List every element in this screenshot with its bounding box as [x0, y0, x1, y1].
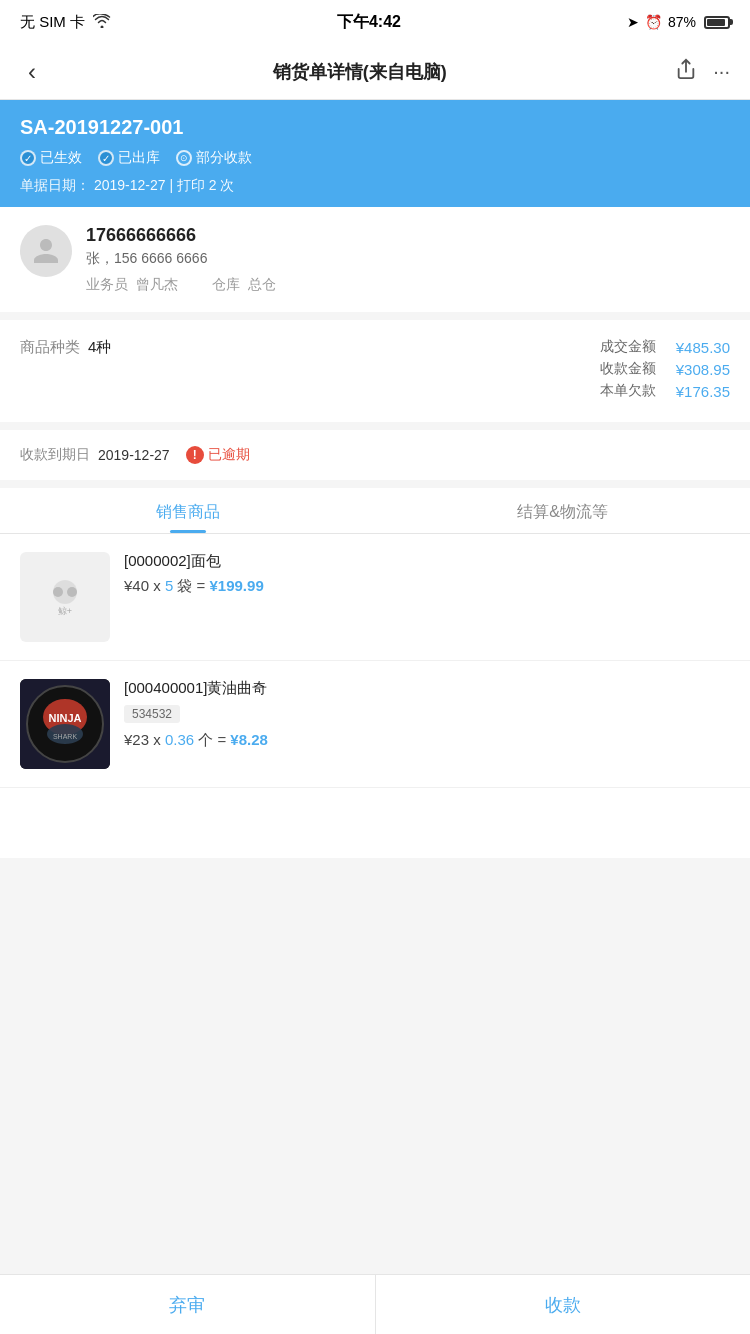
product-item: 鲸+ [0000002]面包 ¥40 x 5 袋 = ¥199.99: [0, 534, 750, 661]
location-icon: ➤: [627, 14, 639, 30]
badge-active: ✓ 已生效: [20, 149, 82, 167]
received-label: 收款金额: [600, 360, 656, 378]
share-button[interactable]: [675, 58, 697, 85]
salesman-value: 曾凡杰: [136, 276, 178, 292]
tab-settlement[interactable]: 结算&物流等: [375, 488, 750, 533]
product-info-1: [0000002]面包 ¥40 x 5 袋 = ¥199.99: [124, 552, 730, 596]
customer-id: 17666666666: [86, 225, 730, 246]
header-banner: SA-20191227-001 ✓ 已生效 ✓ 已出库 ⊙ 部分收款 单据日期：…: [0, 100, 750, 207]
carrier-text: 无 SIM 卡: [20, 13, 85, 32]
nav-actions: ···: [675, 58, 730, 85]
product-image-1: 鲸+: [20, 552, 110, 642]
nav-bar: ‹ 销货单详情(来自电脑) ···: [0, 44, 750, 100]
wifi-icon: [93, 14, 111, 31]
salesman-label: 业务员: [86, 276, 128, 292]
product-info-2: [000400001]黄油曲奇 534532 ¥23 x 0.36 个 = ¥8…: [124, 679, 730, 750]
product-name-2: [000400001]黄油曲奇: [124, 679, 730, 698]
badge-shipped: ✓ 已出库: [98, 149, 160, 167]
svg-text:鲸+: 鲸+: [58, 606, 72, 616]
battery-text: 87%: [668, 14, 696, 30]
product-price-1: ¥40 x 5 袋 = ¥199.99: [124, 577, 730, 596]
tabs-section: 销售商品 结算&物流等: [0, 488, 750, 534]
status-time: 下午4:42: [337, 12, 401, 33]
amount-value: ¥485.30: [676, 339, 730, 356]
salesman-info: 业务员 曾凡杰: [86, 276, 182, 294]
summary-left: 商品种类 4种: [20, 338, 111, 357]
product-tag-2: 534532: [124, 705, 180, 723]
confirm-button[interactable]: 收款: [376, 1275, 751, 1334]
status-bar: 无 SIM 卡 下午4:42 ➤ ⏰ 87%: [0, 0, 750, 44]
product-name-1: [0000002]面包: [124, 552, 730, 571]
page-title: 销货单详情(来自电脑): [273, 60, 447, 84]
amount-debt-row: 本单欠款 ¥176.35: [600, 382, 730, 400]
svg-text:NINJA: NINJA: [48, 712, 81, 724]
svg-text:SHARK: SHARK: [53, 733, 77, 740]
more-button[interactable]: ···: [713, 60, 730, 83]
product-list: 鲸+ [0000002]面包 ¥40 x 5 袋 = ¥199.99: [0, 534, 750, 858]
due-label: 收款到期日: [20, 446, 90, 464]
customer-info: 17666666666 张，156 6666 6666 业务员 曾凡杰 仓库 总…: [86, 225, 730, 294]
summary-section: 商品种类 4种 成交金额 ¥485.30 收款金额 ¥308.95 本单欠款 ¥…: [0, 320, 750, 430]
amount-label: 成交金额: [600, 338, 656, 356]
cancel-button[interactable]: 弃审: [0, 1275, 376, 1334]
overdue-badge: ! 已逾期: [186, 446, 250, 464]
warehouse-label: 仓库: [212, 276, 240, 292]
product-types: 商品种类 4种: [20, 338, 111, 357]
header-date: 单据日期： 2019-12-27 | 打印 2 次: [20, 177, 730, 195]
alarm-icon: ⏰: [645, 14, 662, 30]
customer-section: 17666666666 张，156 6666 6666 业务员 曾凡杰 仓库 总…: [0, 207, 750, 320]
bottom-bar: 弃审 收款: [0, 1274, 750, 1334]
badge-partial: ⊙ 部分收款: [176, 149, 252, 167]
amount-received-row: 收款金额 ¥308.95: [600, 360, 730, 378]
amount-total-row: 成交金额 ¥485.30: [600, 338, 730, 356]
summary-row: 商品种类 4种 成交金额 ¥485.30 收款金额 ¥308.95 本单欠款 ¥…: [20, 338, 730, 404]
summary-right: 成交金额 ¥485.30 收款金额 ¥308.95 本单欠款 ¥176.35: [600, 338, 730, 404]
warehouse-value: 总仓: [248, 276, 276, 292]
overdue-text: 已逾期: [208, 446, 250, 464]
due-date: 2019-12-27: [98, 447, 170, 463]
debt-label: 本单欠款: [600, 382, 656, 400]
tab-sales-products[interactable]: 销售商品: [0, 488, 375, 533]
customer-meta: 业务员 曾凡杰 仓库 总仓: [86, 276, 730, 294]
debt-value: ¥176.35: [676, 383, 730, 400]
order-id: SA-20191227-001: [20, 116, 730, 139]
received-value: ¥308.95: [676, 361, 730, 378]
status-left: 无 SIM 卡: [20, 13, 111, 32]
clock-icon: ⊙: [176, 150, 192, 166]
product-image-2: NINJA SHARK: [20, 679, 110, 769]
customer-avatar: [20, 225, 72, 277]
header-badges: ✓ 已生效 ✓ 已出库 ⊙ 部分收款: [20, 149, 730, 167]
svg-point-2: [67, 587, 77, 597]
product-item-2: NINJA SHARK [000400001]黄油曲奇 534532 ¥23 x…: [0, 661, 750, 788]
back-button[interactable]: ‹: [20, 50, 44, 94]
check-icon-shipped: ✓: [98, 150, 114, 166]
check-icon-active: ✓: [20, 150, 36, 166]
battery-icon: [704, 16, 730, 29]
product-price-2: ¥23 x 0.36 个 = ¥8.28: [124, 731, 730, 750]
due-section: 收款到期日 2019-12-27 ! 已逾期: [0, 430, 750, 488]
status-right: ➤ ⏰ 87%: [627, 14, 730, 30]
overdue-icon: !: [186, 446, 204, 464]
warehouse-info: 仓库 总仓: [212, 276, 280, 294]
customer-name-phone: 张，156 6666 6666: [86, 250, 730, 268]
svg-point-1: [53, 587, 63, 597]
